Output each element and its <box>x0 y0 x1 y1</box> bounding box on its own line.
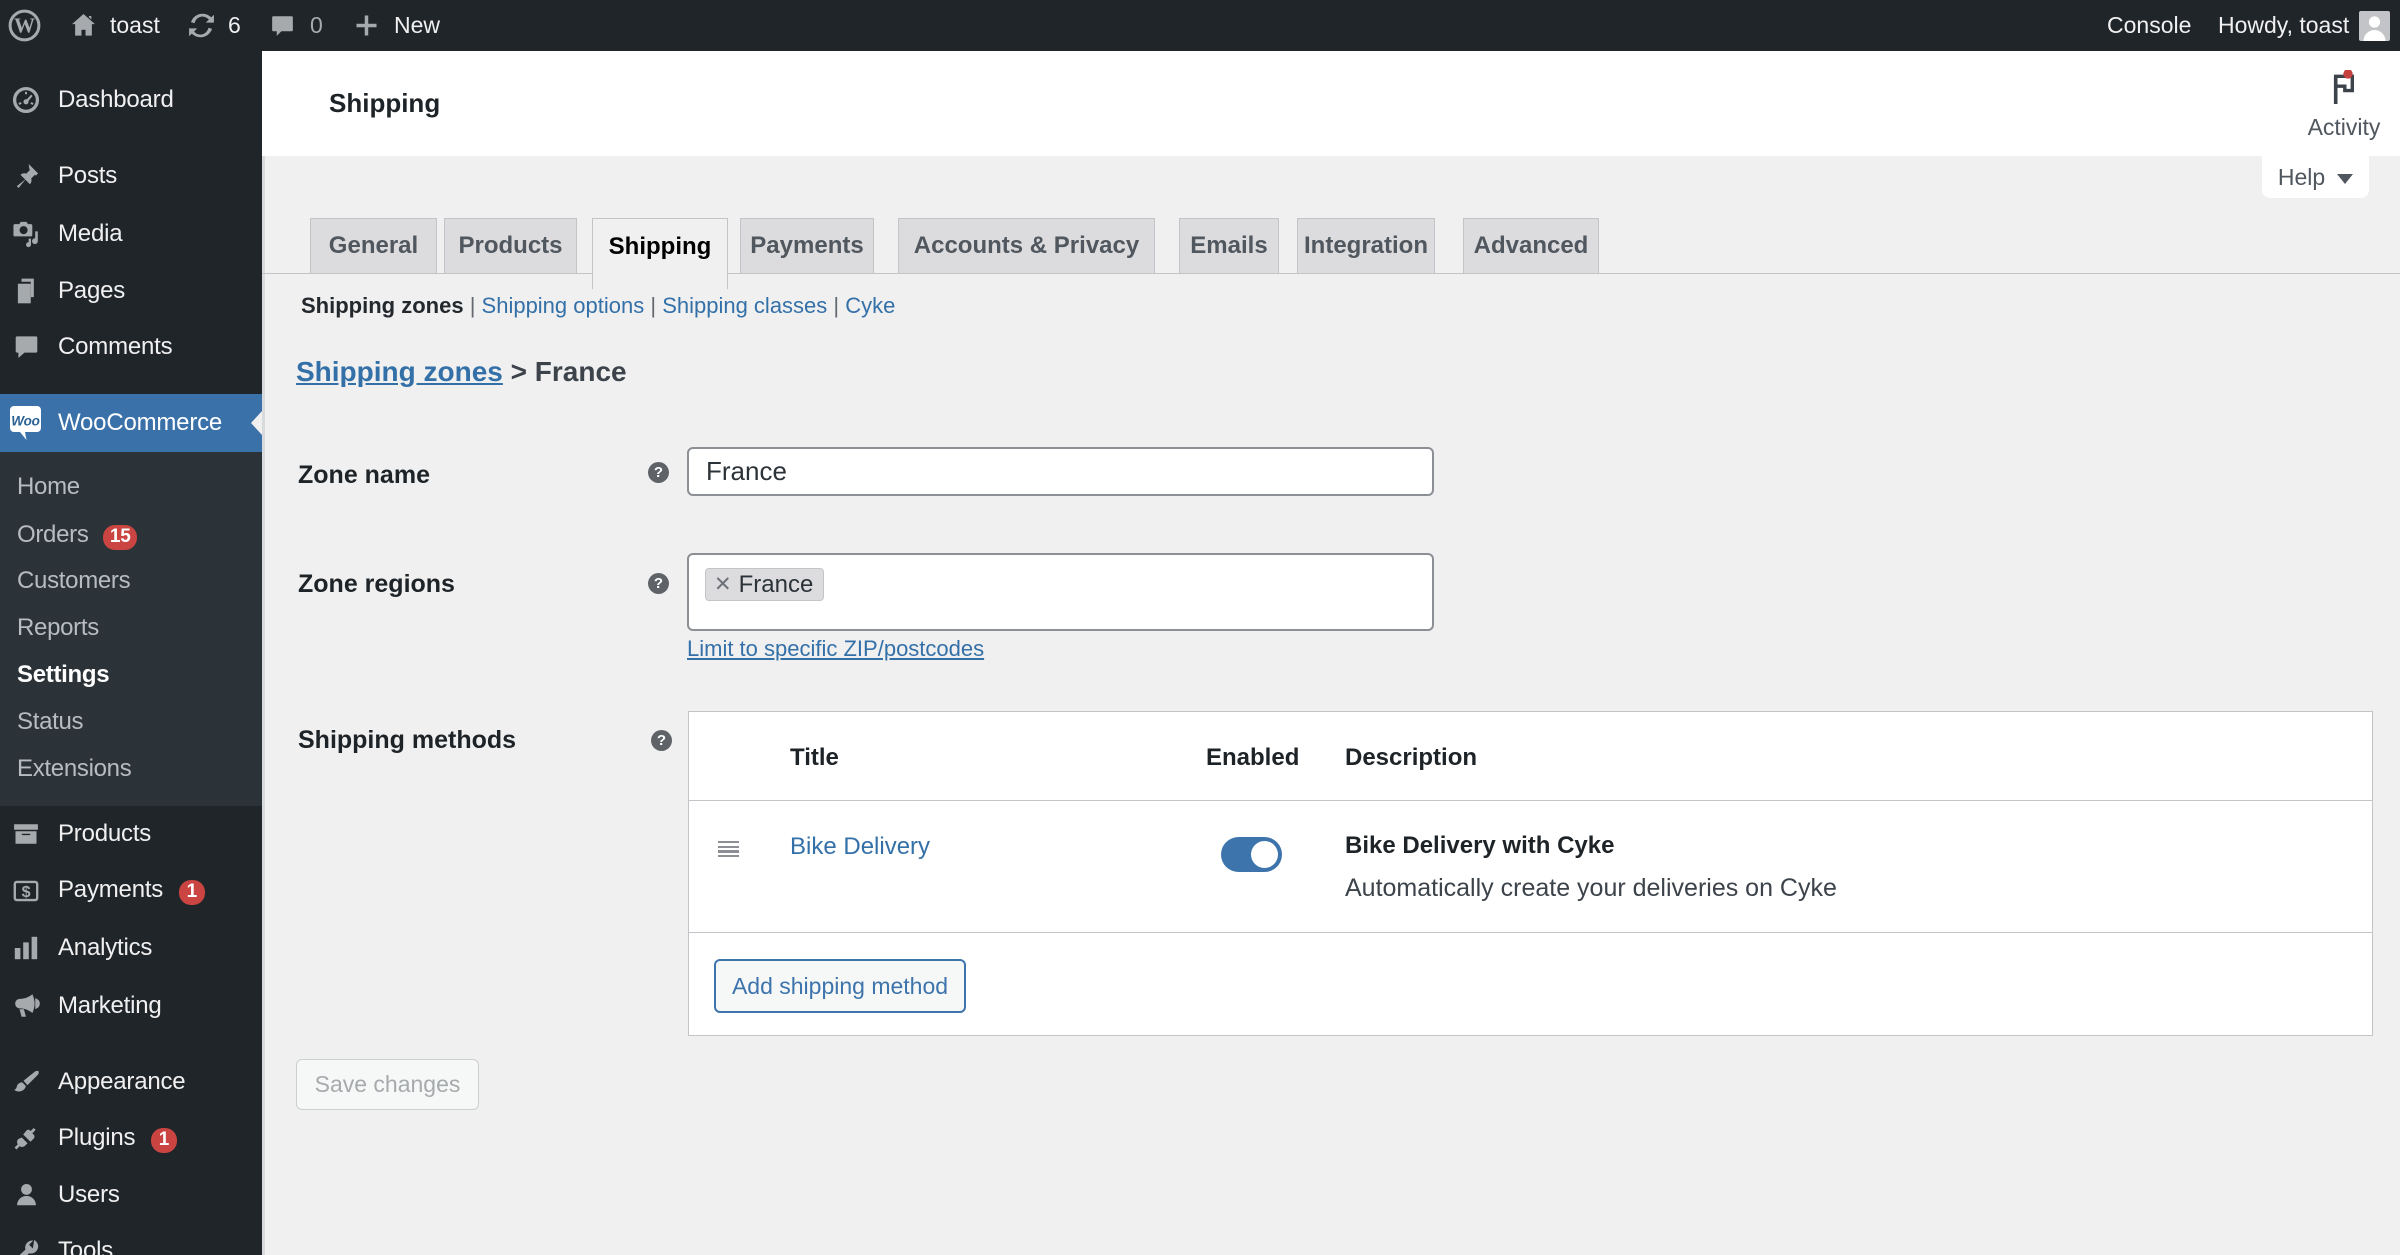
svg-text:W: W <box>14 14 35 38</box>
svg-text:$: $ <box>22 882 31 900</box>
svg-text:Woo: Woo <box>11 413 39 428</box>
